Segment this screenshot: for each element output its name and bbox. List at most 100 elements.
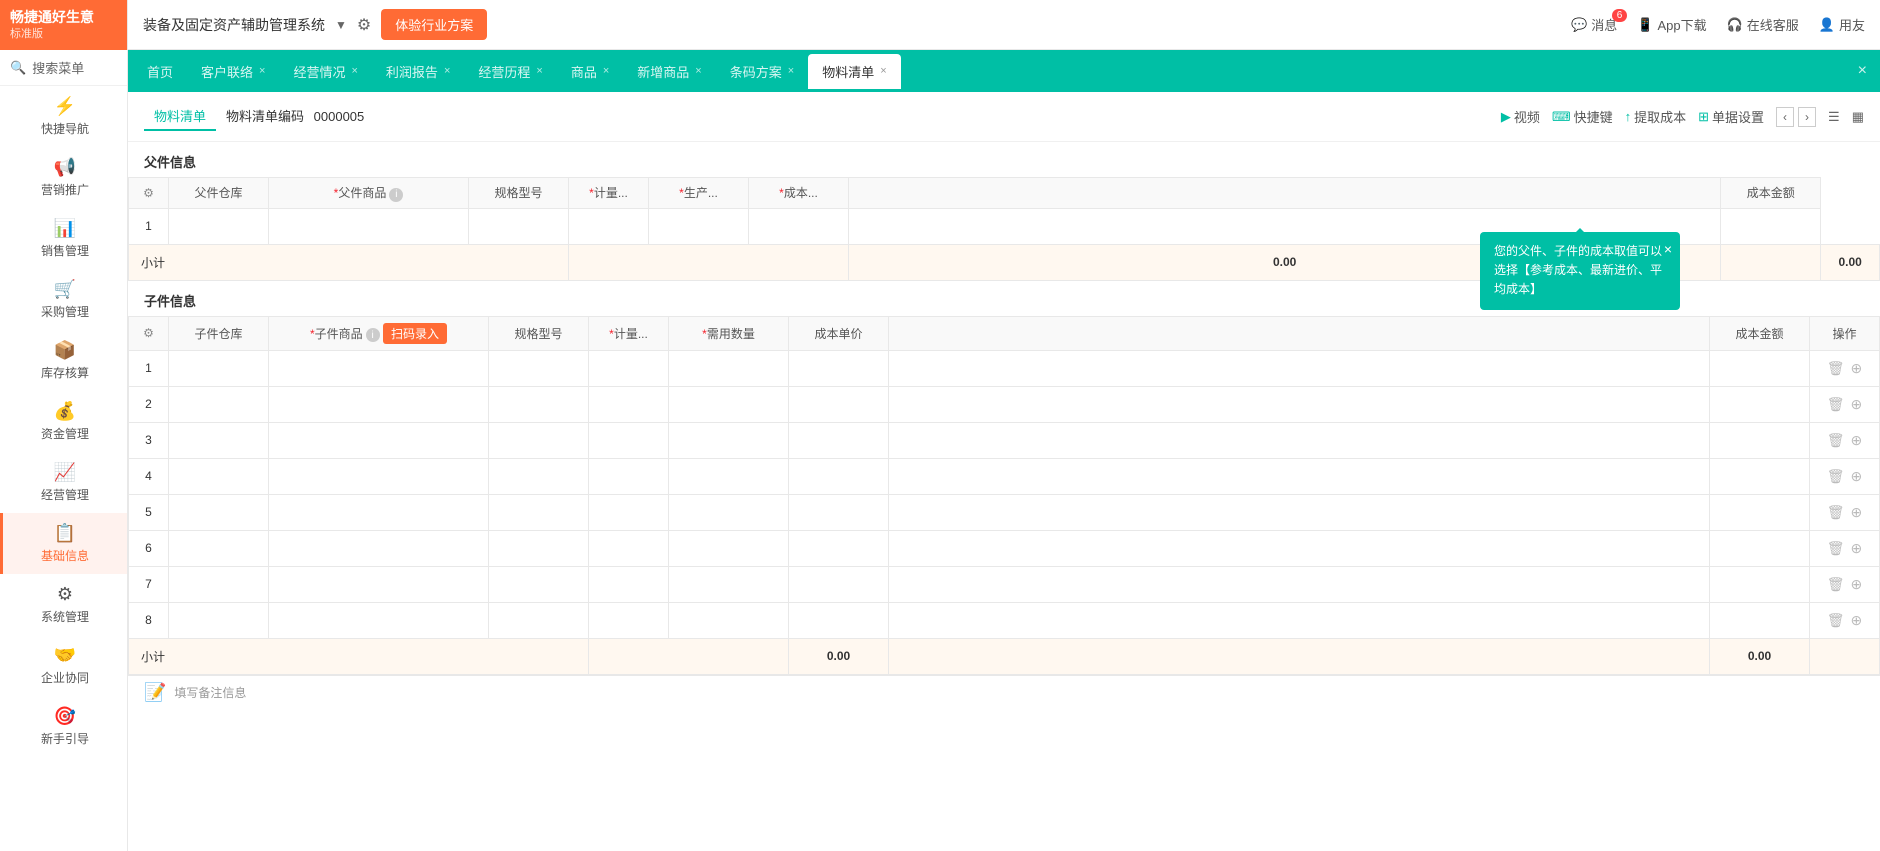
delete-icon[interactable]: 🗑 xyxy=(1827,396,1845,413)
child-row5-warehouse[interactable] xyxy=(169,494,269,530)
child-row7-qty[interactable] xyxy=(669,566,789,602)
child-row4-unit[interactable] xyxy=(589,458,669,494)
child-row5-qty[interactable] xyxy=(669,494,789,530)
delete-icon[interactable]: 🗑 xyxy=(1827,612,1845,629)
child-row2-unit[interactable] xyxy=(589,386,669,422)
child-row2-unit-cost[interactable] xyxy=(789,386,889,422)
tab-history[interactable]: 经营历程 × xyxy=(464,54,556,89)
parent-gear-icon[interactable]: ⚙ xyxy=(143,186,154,200)
child-row2-product[interactable] xyxy=(269,386,489,422)
tab-customer[interactable]: 客户联络 × xyxy=(187,54,279,89)
settings-icon[interactable]: ⚙ xyxy=(357,15,371,35)
delete-icon[interactable]: 🗑 xyxy=(1827,468,1845,485)
child-product-info-icon[interactable]: i xyxy=(366,328,380,342)
child-row4-qty[interactable] xyxy=(669,458,789,494)
tab-business-close[interactable]: × xyxy=(351,65,357,77)
grid-view-icon[interactable]: ☰ xyxy=(1828,109,1840,125)
delete-icon[interactable]: 🗑 xyxy=(1827,540,1845,557)
tab-goods-close[interactable]: × xyxy=(603,65,609,77)
child-row8-spec[interactable] xyxy=(489,602,589,638)
child-row4-warehouse[interactable] xyxy=(169,458,269,494)
tab-customer-close[interactable]: × xyxy=(259,65,265,77)
child-row5-spec[interactable] xyxy=(489,494,589,530)
child-row2-warehouse[interactable] xyxy=(169,386,269,422)
action-doc-settings[interactable]: ⊞ 单据设置 xyxy=(1698,107,1764,126)
child-row5-unit-cost[interactable] xyxy=(789,494,889,530)
tab-profit[interactable]: 利润报告 × xyxy=(372,54,464,89)
tab-profit-close[interactable]: × xyxy=(444,65,450,77)
child-row4-unit-cost[interactable] xyxy=(789,458,889,494)
parent-row1-product[interactable] xyxy=(269,208,469,244)
action-hotkey[interactable]: ⌨ 快捷键 xyxy=(1552,107,1613,126)
copy-icon[interactable]: ⊕ xyxy=(1851,612,1863,629)
child-row8-warehouse[interactable] xyxy=(169,602,269,638)
child-row6-unit[interactable] xyxy=(589,530,669,566)
trial-btn[interactable]: 体验行业方案 xyxy=(381,9,487,40)
child-row6-unit-cost[interactable] xyxy=(789,530,889,566)
child-row1-unit-cost[interactable] xyxy=(789,350,889,386)
tab-home[interactable]: 首页 xyxy=(133,54,187,89)
copy-icon[interactable]: ⊕ xyxy=(1851,396,1863,413)
child-row2-spec[interactable] xyxy=(489,386,589,422)
child-row3-qty[interactable] xyxy=(669,422,789,458)
child-row7-product[interactable] xyxy=(269,566,489,602)
child-row6-spec[interactable] xyxy=(489,530,589,566)
online-service-item[interactable]: 🎧 在线客服 xyxy=(1727,15,1799,34)
sidebar-item-marketing[interactable]: 📢 营销推广 xyxy=(0,147,127,208)
child-gear-icon[interactable]: ⚙ xyxy=(143,326,154,340)
nav-close-all-btn[interactable]: × xyxy=(1850,62,1875,80)
parent-row1-produce[interactable] xyxy=(649,208,749,244)
message-item[interactable]: 💬 消息 6 xyxy=(1571,15,1617,34)
child-row3-unit[interactable] xyxy=(589,422,669,458)
delete-icon[interactable]: 🗑 xyxy=(1827,360,1845,377)
nav-prev-btn[interactable]: ‹ xyxy=(1776,107,1794,127)
sub-tab-bom-list[interactable]: 物料清单 xyxy=(144,102,216,131)
note-icon[interactable]: 📝 xyxy=(144,682,166,703)
tab-business[interactable]: 经营情况 × xyxy=(279,54,371,89)
scan-btn[interactable]: 扫码录入 xyxy=(383,323,447,344)
sidebar-item-collab[interactable]: 🤝 企业协同 xyxy=(0,635,127,696)
child-row3-product[interactable] xyxy=(269,422,489,458)
sidebar-item-inventory[interactable]: 📦 库存核算 xyxy=(0,330,127,391)
delete-icon[interactable]: 🗑 xyxy=(1827,576,1845,593)
copy-icon[interactable]: ⊕ xyxy=(1851,360,1863,377)
child-row7-unit[interactable] xyxy=(589,566,669,602)
copy-icon[interactable]: ⊕ xyxy=(1851,540,1863,557)
child-row1-unit[interactable] xyxy=(589,350,669,386)
sidebar-item-purchase[interactable]: 🛒 采购管理 xyxy=(0,269,127,330)
copy-icon[interactable]: ⊕ xyxy=(1851,576,1863,593)
parent-row1-cost[interactable] xyxy=(749,208,849,244)
delete-icon[interactable]: 🗑 xyxy=(1827,504,1845,521)
parent-row1-warehouse[interactable] xyxy=(169,208,269,244)
tab-goods[interactable]: 商品 × xyxy=(557,54,623,89)
tab-new-goods[interactable]: 新增商品 × xyxy=(623,54,715,89)
child-row4-product[interactable] xyxy=(269,458,489,494)
sidebar-item-system[interactable]: ⚙ 系统管理 xyxy=(0,574,127,635)
child-row8-product[interactable] xyxy=(269,602,489,638)
child-row1-qty[interactable] xyxy=(669,350,789,386)
action-extract-cost[interactable]: ↑ 提取成本 xyxy=(1625,107,1687,126)
child-row2-qty[interactable] xyxy=(669,386,789,422)
child-row5-unit[interactable] xyxy=(589,494,669,530)
copy-icon[interactable]: ⊕ xyxy=(1851,468,1863,485)
tab-barcode[interactable]: 条码方案 × xyxy=(716,54,808,89)
sidebar-item-guide[interactable]: 🎯 新手引导 xyxy=(0,696,127,757)
child-row7-unit-cost[interactable] xyxy=(789,566,889,602)
copy-icon[interactable]: ⊕ xyxy=(1851,432,1863,449)
child-row8-unit[interactable] xyxy=(589,602,669,638)
child-row7-spec[interactable] xyxy=(489,566,589,602)
tab-history-close[interactable]: × xyxy=(536,65,542,77)
user-item[interactable]: 👤 用友 xyxy=(1819,15,1865,34)
child-row3-warehouse[interactable] xyxy=(169,422,269,458)
child-row8-qty[interactable] xyxy=(669,602,789,638)
copy-icon[interactable]: ⊕ xyxy=(1851,504,1863,521)
sidebar-item-sales[interactable]: 📊 销售管理 xyxy=(0,208,127,269)
child-row6-warehouse[interactable] xyxy=(169,530,269,566)
child-row1-product[interactable] xyxy=(269,350,489,386)
system-dropdown-arrow[interactable]: ▼ xyxy=(335,18,347,32)
parent-row1-unit[interactable] xyxy=(569,208,649,244)
child-row1-spec[interactable] xyxy=(489,350,589,386)
sidebar-item-quicknav[interactable]: ⚡ 快捷导航 xyxy=(0,86,127,147)
child-row4-spec[interactable] xyxy=(489,458,589,494)
child-row1-warehouse[interactable] xyxy=(169,350,269,386)
